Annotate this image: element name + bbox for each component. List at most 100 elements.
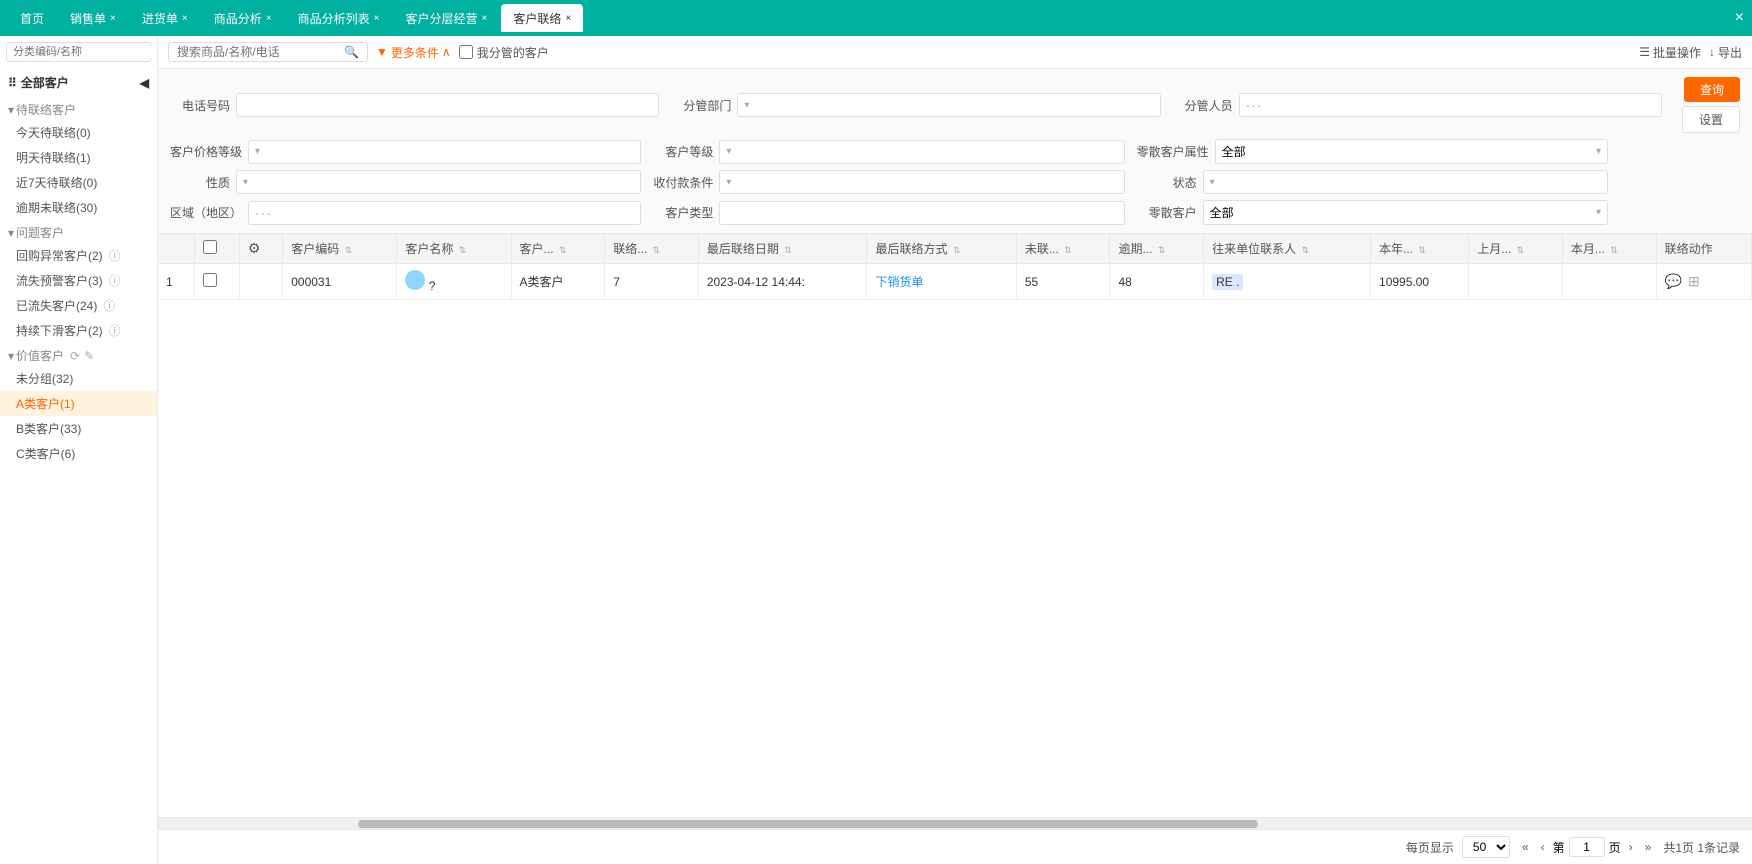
problem-customers-group[interactable]: ▾ 问题客户	[0, 220, 157, 243]
col-last-date-header[interactable]: 最后联络日期 ⇅	[698, 234, 867, 264]
tab-purchase[interactable]: 进货单 ×	[130, 4, 200, 32]
page-input[interactable]	[1569, 837, 1605, 857]
retail-attr-select[interactable]: 全部 ▾	[1215, 139, 1608, 164]
chevron-down-icon5: ▾	[243, 177, 248, 188]
action-icons: 💬 ⊞	[1665, 273, 1743, 290]
customer-level-select[interactable]: ▾	[719, 140, 1124, 164]
nature-select[interactable]: ▾	[236, 170, 641, 194]
collapse-icon[interactable]: ◀	[140, 76, 149, 90]
tab-product-list[interactable]: 商品分析列表 ×	[286, 4, 392, 32]
edit-icon[interactable]: ✎	[84, 349, 94, 363]
more-filters-btn[interactable]: ▼ 更多条件 ∧	[376, 44, 451, 61]
sort-this-month-icon: ⇅	[1610, 245, 1618, 255]
my-customers-checkbox[interactable]: 我分管的客户	[459, 44, 549, 61]
c-class-item[interactable]: C类客户(6)	[0, 441, 157, 466]
search-icon[interactable]: 🔍	[344, 45, 359, 59]
tab-sales[interactable]: 销售单 ×	[58, 4, 128, 32]
row-last-method[interactable]: 下销货单	[867, 264, 1016, 300]
customer-avatar	[405, 270, 425, 290]
retail-customer-select[interactable]: 全部 ▾	[1203, 200, 1608, 225]
close-analysis-tab[interactable]: ×	[266, 13, 272, 24]
waiting-contact-group[interactable]: ▾ 待联络客户	[0, 97, 157, 120]
churn-warning-item[interactable]: 流失预警客户(3) ⓘ	[0, 268, 157, 293]
payment-select[interactable]: ▾	[719, 170, 1124, 194]
close-list-tab[interactable]: ×	[374, 13, 380, 24]
status-select[interactable]: ▾	[1203, 170, 1608, 194]
close-sales-tab[interactable]: ×	[110, 13, 116, 24]
col-last-month-header[interactable]: 上月... ⇅	[1469, 234, 1563, 264]
horizontal-scrollbar[interactable]	[158, 817, 1752, 829]
dept-select[interactable]: ▾	[737, 93, 1160, 117]
close-purchase-tab[interactable]: ×	[182, 13, 188, 24]
close-contact-tab[interactable]: ×	[565, 13, 571, 24]
status-label: 状态	[1137, 174, 1197, 191]
col-code-header[interactable]: 客户编码 ⇅	[283, 234, 397, 264]
person-input[interactable]: ···	[1239, 93, 1662, 117]
phone-input[interactable]	[236, 93, 659, 117]
declining-item[interactable]: 持续下滑客户(2) ⓘ	[0, 318, 157, 343]
price-level-field: 客户价格等级 ▾	[170, 140, 641, 164]
settings-icon[interactable]: ⚙	[248, 240, 261, 256]
churned-item[interactable]: 已流失客户(24) ⓘ	[0, 293, 157, 318]
col-type-header[interactable]: 客户... ⇅	[511, 234, 605, 264]
main-search-input[interactable]	[177, 45, 340, 59]
refresh-icon[interactable]: ⟳	[70, 349, 80, 363]
page-size-select[interactable]: 50	[1462, 836, 1510, 858]
qr-icon[interactable]: ⊞	[1688, 273, 1700, 290]
a-class-item[interactable]: A类客户(1)	[0, 391, 157, 416]
col-overdue-header[interactable]: 逾期... ⇅	[1110, 234, 1204, 264]
region-input[interactable]: ···	[248, 201, 641, 225]
sort-contacts-icon: ⇅	[1301, 245, 1309, 255]
footer: 每页显示 50 « ‹ 第 页 › » 共1页 1条记录	[158, 829, 1752, 864]
overdue-contact-item[interactable]: 逾期未联络(30)	[0, 195, 157, 220]
tab-product-analysis[interactable]: 商品分析 ×	[202, 4, 284, 32]
first-page-btn[interactable]: «	[1518, 838, 1533, 856]
price-level-select[interactable]: ▾	[248, 140, 641, 164]
col-name-header[interactable]: 客户名称 ⇅	[397, 234, 511, 264]
batch-op-btn[interactable]: ☰ 批量操作	[1639, 44, 1701, 61]
customer-level-label: 客户等级	[653, 143, 713, 160]
repurchase-abnormal-item[interactable]: 回购异常客户(2) ⓘ	[0, 243, 157, 268]
close-segment-tab[interactable]: ×	[481, 13, 487, 24]
row-cb[interactable]	[203, 273, 217, 287]
last-method-link[interactable]: 下销货单	[875, 275, 923, 289]
select-all-cb[interactable]	[203, 240, 217, 254]
col-settings-header[interactable]: ⚙	[239, 234, 282, 264]
message-icon[interactable]: 💬	[1665, 273, 1682, 290]
phone-label: 电话号码	[170, 97, 230, 114]
col-contacts-header[interactable]: 往来单位联系人 ⇅	[1204, 234, 1371, 264]
setting-btn[interactable]: 设置	[1682, 106, 1740, 133]
col-no-contact-header[interactable]: 未联... ⇅	[1016, 234, 1110, 264]
tab-customer-contact[interactable]: 客户联络 ×	[501, 4, 583, 32]
col-this-year-header[interactable]: 本年... ⇅	[1371, 234, 1469, 264]
query-btn[interactable]: 查询	[1684, 77, 1740, 102]
my-customers-cb[interactable]	[459, 45, 473, 59]
col-last-method-header[interactable]: 最后联络方式 ⇅	[867, 234, 1016, 264]
col-checkbox-header[interactable]	[194, 234, 239, 264]
sidebar-search-box[interactable]: 🔍	[6, 42, 151, 62]
col-this-month-header[interactable]: 本月... ⇅	[1562, 234, 1656, 264]
row-name: ?	[397, 264, 511, 300]
row-checkbox[interactable]	[194, 264, 239, 300]
next-page-btn[interactable]: ›	[1625, 838, 1637, 856]
tab-customer-segment[interactable]: 客户分层经营 ×	[393, 4, 499, 32]
prev-page-btn[interactable]: ‹	[1537, 838, 1549, 856]
sidebar-search-input[interactable]	[13, 46, 155, 58]
week-contact-item[interactable]: 近7天待联络(0)	[0, 170, 157, 195]
grid-icon: ⠿	[8, 76, 17, 90]
close-all-tabs[interactable]: ×	[1735, 9, 1744, 27]
today-contact-item[interactable]: 今天待联络(0)	[0, 120, 157, 145]
value-customers-group[interactable]: ▾ 价值客户 ⟳ ✎	[0, 343, 157, 366]
tomorrow-contact-item[interactable]: 明天待联络(1)	[0, 145, 157, 170]
unclassified-item[interactable]: 未分组(32)	[0, 366, 157, 391]
top-nav: 首页 销售单 × 进货单 × 商品分析 × 商品分析列表 × 客户分层经营 × …	[0, 0, 1752, 36]
last-page-btn[interactable]: »	[1641, 838, 1656, 856]
main-search-box[interactable]: 🔍	[168, 42, 368, 62]
customer-type-input[interactable]	[719, 201, 1124, 225]
b-class-item[interactable]: B类客户(33)	[0, 416, 157, 441]
col-contact-header[interactable]: 联络... ⇅	[605, 234, 699, 264]
dots-icon: ···	[1246, 97, 1263, 113]
export-btn[interactable]: ↓ 导出	[1709, 44, 1742, 61]
home-tab[interactable]: 首页	[8, 10, 56, 27]
all-customers-header[interactable]: ⠿ 全部客户 ◀	[0, 68, 157, 97]
